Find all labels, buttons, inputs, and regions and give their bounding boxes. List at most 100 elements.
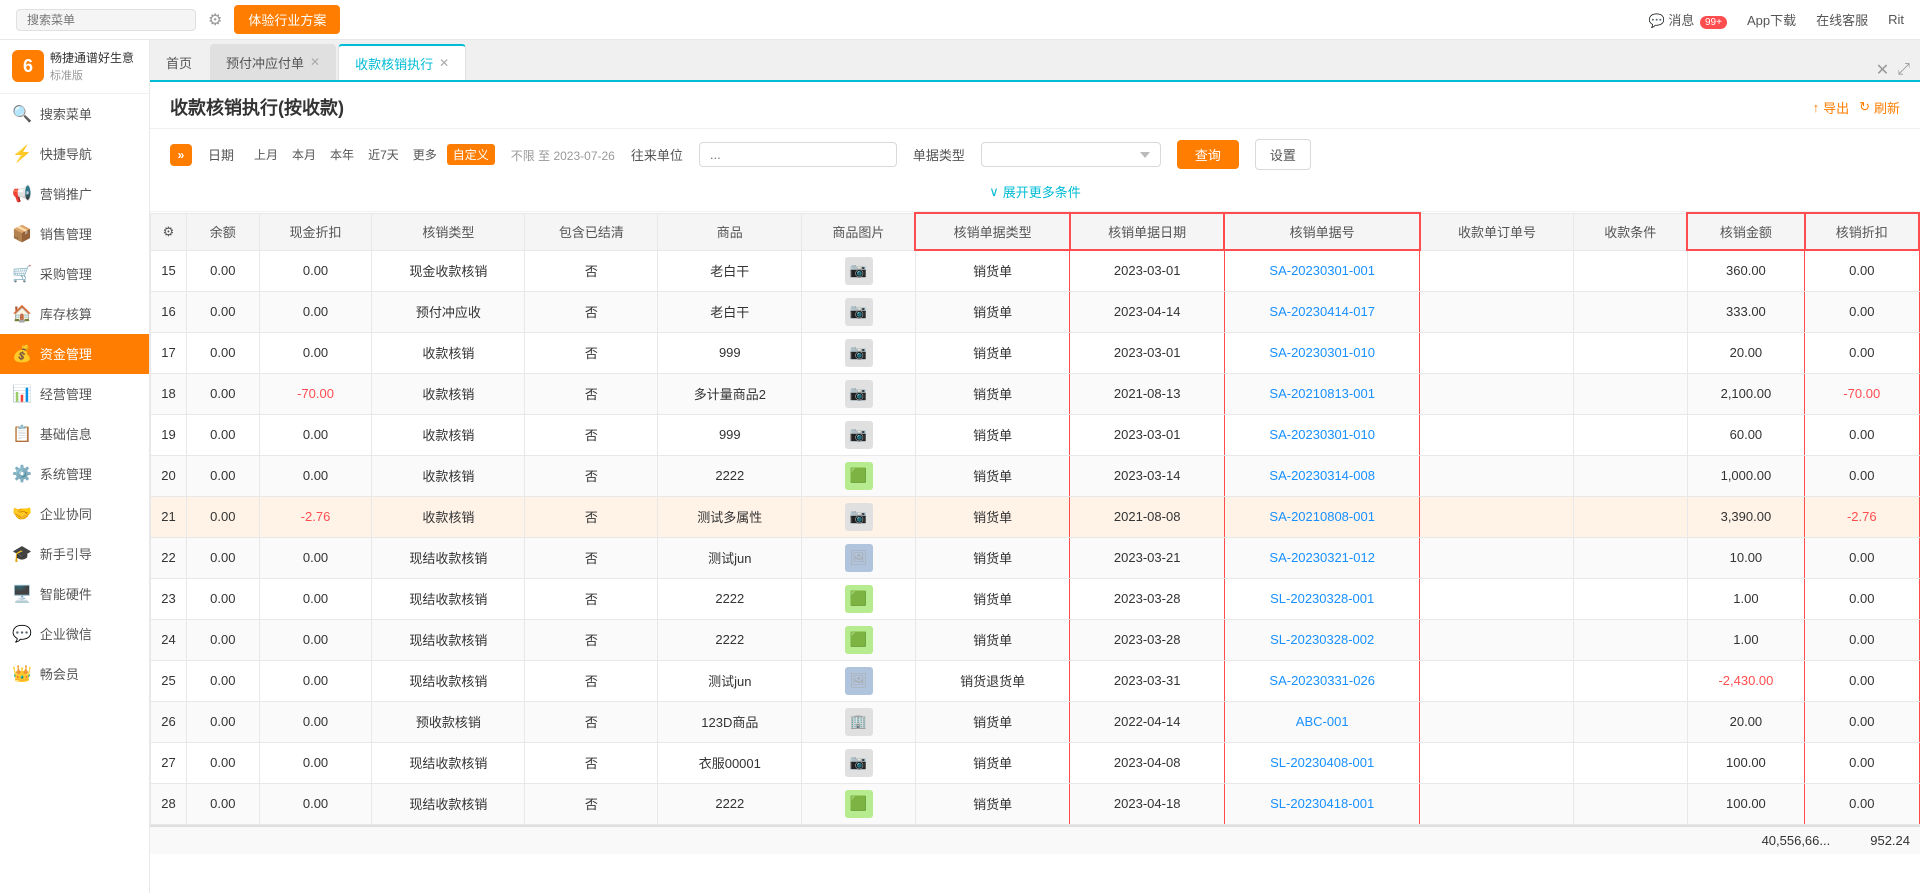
bill-no-link[interactable]: SA-20230414-017	[1269, 304, 1375, 319]
bill-no-link[interactable]: SA-20230321-012	[1269, 550, 1375, 565]
sidebar-item-label: 企业微信	[40, 624, 92, 643]
top-search-input[interactable]	[16, 9, 196, 31]
goods-img-cell: 📷	[802, 496, 916, 537]
write-off-amt-cell: -2,430.00	[1687, 660, 1804, 701]
write-off-amt-cell: 360.00	[1687, 250, 1804, 291]
bill-no-link[interactable]: SL-20230328-001	[1270, 591, 1374, 606]
sidebar-item-wechat[interactable]: 💬 企业微信	[0, 614, 149, 654]
sidebar-item-guide[interactable]: 🎓 新手引导	[0, 534, 149, 574]
include-settled-cell: 否	[525, 332, 658, 373]
goods-cell: 测试jun	[658, 537, 802, 578]
query-button[interactable]: 查询	[1177, 140, 1239, 169]
tab1-close-icon[interactable]: ✕	[310, 55, 320, 69]
col-receipt-cond: 收款条件	[1574, 213, 1688, 250]
app-download-btn[interactable]: App下载	[1747, 10, 1796, 29]
sidebar-item-system[interactable]: ⚙️ 系统管理	[0, 454, 149, 494]
export-button[interactable]: ↑ 导出	[1813, 98, 1850, 117]
table-container[interactable]: ⚙ 余额 现金折扣 核销类型 包含已结清 商品 商品图片 核销单据类型 核销单据…	[150, 212, 1920, 893]
solution-button[interactable]: 体验行业方案	[234, 5, 340, 34]
date-opt-more[interactable]: 更多	[409, 144, 441, 165]
sidebar-item-search[interactable]: 🔍 搜索菜单	[0, 94, 149, 134]
goods-image: 📷	[845, 339, 873, 367]
tab-write-off[interactable]: 收款核销执行 ✕	[338, 44, 466, 80]
filter-expand-button[interactable]: »	[170, 144, 192, 166]
bill-no-link[interactable]: SA-20230314-008	[1269, 468, 1375, 483]
wechat-icon: 💬	[12, 624, 32, 644]
goods-image: 📷	[845, 421, 873, 449]
bill-no-link[interactable]: SA-20210808-001	[1269, 509, 1375, 524]
receipt-order-cell	[1420, 373, 1574, 414]
sidebar-item-hardware[interactable]: 🖥️ 智能硬件	[0, 574, 149, 614]
sidebar-item-operations[interactable]: 📊 经营管理	[0, 374, 149, 414]
balance-cell: 0.00	[187, 783, 260, 824]
write-off-discount-cell: 0.00	[1805, 291, 1919, 332]
sidebar-item-finance[interactable]: 💰 资金管理	[0, 334, 149, 374]
table-settings-button[interactable]: 设置	[1255, 139, 1311, 170]
bill-no-link[interactable]: SA-20230301-001	[1269, 263, 1375, 278]
sidebar-item-collab[interactable]: 🤝 企业协同	[0, 494, 149, 534]
write-off-type-cell: 现结收款核销	[372, 578, 525, 619]
balance-cell: 0.00	[187, 455, 260, 496]
cash-discount-cell: 0.00	[259, 250, 372, 291]
tab-home[interactable]: 首页	[150, 44, 208, 80]
bill-no-link[interactable]: ABC-001	[1296, 714, 1349, 729]
include-settled-cell: 否	[525, 291, 658, 332]
close-window-icon[interactable]: ✕	[1876, 60, 1889, 80]
tab2-close-icon[interactable]: ✕	[439, 56, 449, 70]
goods-img-cell: 🖼	[802, 537, 916, 578]
col-settings[interactable]: ⚙	[151, 213, 187, 250]
balance-cell: 0.00	[187, 742, 260, 783]
write-off-type-cell: 现结收款核销	[372, 619, 525, 660]
bill-no-link[interactable]: SL-20230408-001	[1270, 755, 1374, 770]
bill-no-link[interactable]: SA-20210813-001	[1269, 386, 1375, 401]
write-off-discount-cell: 0.00	[1805, 250, 1919, 291]
bill-no-link[interactable]: SA-20230301-010	[1269, 345, 1375, 360]
date-opt-this-year[interactable]: 本年	[326, 144, 358, 165]
sidebar-item-basic-info[interactable]: 📋 基础信息	[0, 414, 149, 454]
message-btn[interactable]: 💬 消息 99+	[1649, 10, 1727, 29]
balance-cell: 0.00	[187, 619, 260, 660]
seq-cell: 22	[151, 537, 187, 578]
bill-type-select[interactable]	[981, 142, 1161, 167]
date-custom-button[interactable]: 自定义	[447, 144, 495, 165]
seq-cell: 24	[151, 619, 187, 660]
goods-img-cell: 📷	[802, 373, 916, 414]
bill-no-cell: SL-20230328-001	[1224, 578, 1419, 619]
balance-cell: 0.00	[187, 578, 260, 619]
goods-cell: 2222	[658, 619, 802, 660]
sidebar-item-member[interactable]: 👑 畅会员	[0, 654, 149, 694]
date-opt-last-month[interactable]: 上月	[250, 144, 282, 165]
sidebar-item-inventory[interactable]: 🏠 库存核算	[0, 294, 149, 334]
seq-cell: 18	[151, 373, 187, 414]
tab-prepayment[interactable]: 预付冲应付单 ✕	[210, 44, 336, 80]
cash-discount-cell: 0.00	[259, 578, 372, 619]
sidebar-item-sales[interactable]: 📦 销售管理	[0, 214, 149, 254]
sidebar-item-quicknav[interactable]: ⚡ 快捷导航	[0, 134, 149, 174]
write-off-type-cell: 预收款核销	[372, 701, 525, 742]
receipt-order-cell	[1420, 701, 1574, 742]
bill-no-link[interactable]: SA-20230301-010	[1269, 427, 1375, 442]
bill-type-label: 单据类型	[913, 145, 965, 164]
expand-more-button[interactable]: ∨ 展开更多条件	[989, 182, 1081, 201]
marketing-icon: 📢	[12, 184, 32, 204]
page-title: 收款核销执行(按收款)	[170, 94, 344, 120]
bill-date-cell: 2023-03-28	[1070, 619, 1225, 660]
online-service-btn[interactable]: 在线客服	[1816, 10, 1868, 29]
date-range-display: 不限 至 2023-07-26	[511, 147, 615, 164]
settings-icon[interactable]: ⚙	[208, 10, 222, 30]
date-opt-this-month[interactable]: 本月	[288, 144, 320, 165]
refresh-button[interactable]: ↻ 刷新	[1859, 98, 1900, 117]
sidebar-item-marketing[interactable]: 📢 营销推广	[0, 174, 149, 214]
bill-no-link[interactable]: SL-20230418-001	[1270, 796, 1374, 811]
include-settled-cell: 否	[525, 414, 658, 455]
write-off-type-cell: 收款核销	[372, 455, 525, 496]
write-off-discount-cell: -70.00	[1805, 373, 1919, 414]
seq-cell: 20	[151, 455, 187, 496]
from-unit-input[interactable]	[699, 142, 897, 167]
maximize-icon[interactable]: ⤢	[1897, 61, 1910, 79]
bill-no-link[interactable]: SL-20230328-002	[1270, 632, 1374, 647]
sidebar-logo: 6 畅捷通谱好生意 标准版	[0, 40, 149, 94]
bill-no-link[interactable]: SA-20230331-026	[1269, 673, 1375, 688]
sidebar-item-purchase[interactable]: 🛒 采购管理	[0, 254, 149, 294]
date-opt-7days[interactable]: 近7天	[364, 144, 403, 165]
